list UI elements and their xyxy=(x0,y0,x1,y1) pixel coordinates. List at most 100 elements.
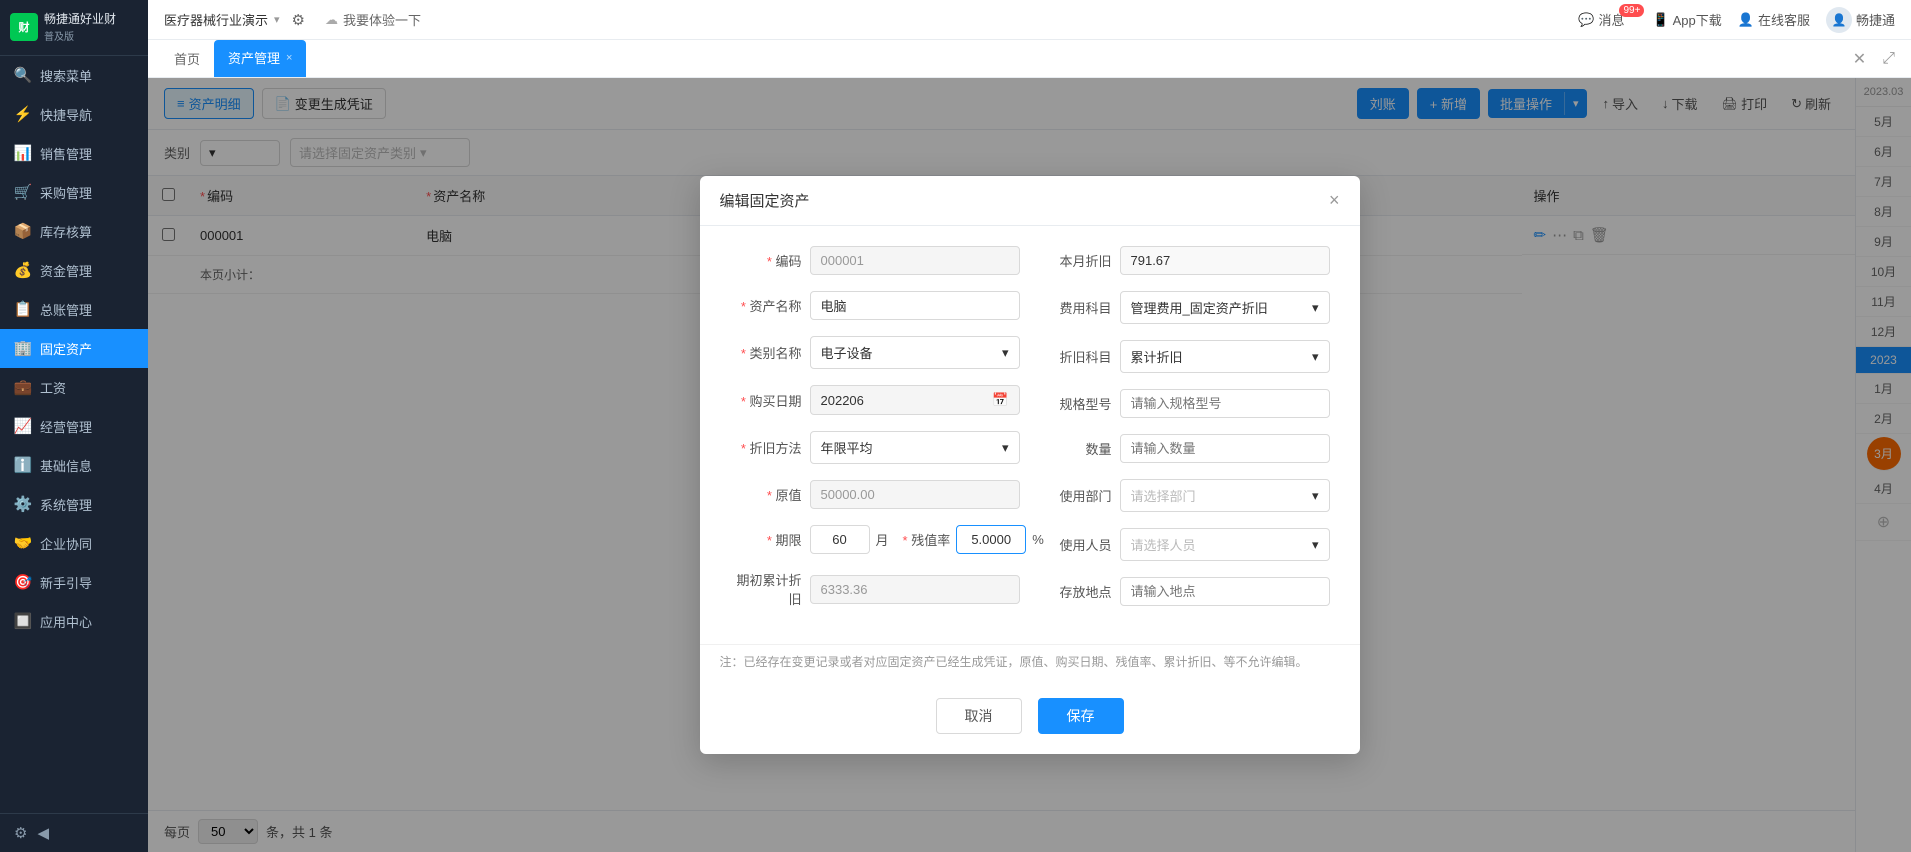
category-select-value: 电子设备 xyxy=(821,343,873,362)
sidebar-edition: 普及版 xyxy=(44,28,116,43)
tab-home-label: 首页 xyxy=(174,49,200,68)
expense-chevron-icon: ▾ xyxy=(1312,300,1319,316)
settings-footer-icon[interactable]: ⚙ xyxy=(14,824,27,842)
monthly-dep-input[interactable] xyxy=(1120,246,1330,275)
sidebar-item-inventory[interactable]: 📦 库存核算 xyxy=(0,212,148,251)
dialog-left-col: * 编码 * 资产名称 * 类别名称 电子设备 ▾ xyxy=(720,246,1030,624)
sidebar-item-sales[interactable]: 📊 销售管理 xyxy=(0,134,148,173)
content-area: ≡ 资产明细 📄 变更生成凭证 刘账 + 新增 批量操作 ▾ xyxy=(148,78,1911,852)
trial-text: 我要体验一下 xyxy=(343,10,421,29)
sidebar-item-ledger[interactable]: 📋 总账管理 xyxy=(0,290,148,329)
depreciation-chevron-icon: ▾ xyxy=(1002,440,1009,456)
sidebar-item-fixed-assets[interactable]: 🏢 固定资产 xyxy=(0,329,148,368)
form-row-name: * 资产名称 xyxy=(730,291,1020,320)
code-input[interactable] xyxy=(810,246,1020,275)
message-badge: 99+ xyxy=(1619,4,1644,17)
location-input[interactable] xyxy=(1120,577,1330,606)
tabbar-expand-icon[interactable]: ⤢ xyxy=(1878,46,1899,72)
name-label: * 资产名称 xyxy=(730,296,810,315)
dep-account-value: 累计折旧 xyxy=(1131,347,1183,366)
tab-home[interactable]: 首页 xyxy=(160,40,214,77)
form-row-dep-account: 折旧科目 累计折旧 ▾ xyxy=(1040,340,1330,373)
cloud-icon: ☁ xyxy=(325,12,338,28)
dep-account-select[interactable]: 累计折旧 ▾ xyxy=(1120,340,1330,373)
app-download-button[interactable]: 📱 App下载 xyxy=(1652,10,1721,29)
sidebar-footer: ⚙ ◀ xyxy=(0,813,148,852)
sidebar-item-payroll[interactable]: 💼 工资 xyxy=(0,368,148,407)
monthly-dep-label: 本月折旧 xyxy=(1040,251,1120,270)
sidebar-item-finance[interactable]: 💰 资金管理 xyxy=(0,251,148,290)
collapse-footer-icon[interactable]: ◀ xyxy=(37,824,49,842)
sidebar-item-search[interactable]: 🔍 搜索菜单 xyxy=(0,56,148,95)
residual-rate-label: * 残值率 xyxy=(903,530,951,549)
messages-button[interactable]: 💬 消息 99+ xyxy=(1578,10,1636,29)
purchase-icon: 🛒 xyxy=(14,183,32,201)
download-icon: 📱 xyxy=(1652,12,1668,28)
sidebar-item-purchase[interactable]: 🛒 采购管理 xyxy=(0,173,148,212)
residual-rate-input[interactable] xyxy=(956,525,1026,554)
form-row-original-value: * 原值 xyxy=(730,480,1020,509)
company-selector[interactable]: 医疗器械行业演示 ▾ xyxy=(164,10,280,29)
quantity-label: 数量 xyxy=(1040,439,1120,458)
original-value-input[interactable] xyxy=(810,480,1020,509)
apps-icon: 🔲 xyxy=(14,612,32,630)
sidebar-logo: 财 xyxy=(10,13,38,41)
user-label: 使用人员 xyxy=(1040,535,1120,554)
sidebar-item-label: 系统管理 xyxy=(40,495,92,514)
guide-icon: 🎯 xyxy=(14,573,32,591)
search-icon: 🔍 xyxy=(14,66,32,84)
name-input[interactable] xyxy=(810,291,1020,320)
sidebar-item-label: 基础信息 xyxy=(40,456,92,475)
sidebar-item-enterprise[interactable]: 🤝 企业协同 xyxy=(0,524,148,563)
sidebar-title-group: 畅捷通好业财 普及版 xyxy=(44,12,116,43)
cancel-button[interactable]: 取消 xyxy=(936,698,1022,734)
username: 畅捷通 xyxy=(1856,10,1895,29)
category-select[interactable]: 电子设备 ▾ xyxy=(810,336,1020,369)
form-row-expense-account: 费用科目 管理费用_固定资产折旧 ▾ xyxy=(1040,291,1330,324)
original-value-label: * 原值 xyxy=(730,485,810,504)
tabbar: 首页 资产管理 × ✕ ⤢ xyxy=(148,40,1911,78)
period-input[interactable] xyxy=(810,525,870,554)
sidebar-item-basic[interactable]: ℹ️ 基础信息 xyxy=(0,446,148,485)
depreciation-method-select[interactable]: 年限平均 ▾ xyxy=(810,431,1020,464)
sidebar-item-apps[interactable]: 🔲 应用中心 xyxy=(0,602,148,641)
tab-asset-management[interactable]: 资产管理 × xyxy=(214,40,306,77)
expense-account-select[interactable]: 管理费用_固定资产折旧 ▾ xyxy=(1120,291,1330,324)
trial-button[interactable]: ☁ 我要体验一下 xyxy=(325,10,421,29)
period-label: * 期限 xyxy=(730,530,810,549)
sidebar-item-label: 经营管理 xyxy=(40,417,92,436)
save-button[interactable]: 保存 xyxy=(1038,698,1124,734)
purchase-date-input[interactable]: 202206 📅 xyxy=(810,385,1020,415)
dialog-close-button[interactable]: × xyxy=(1329,190,1340,211)
sidebar-item-operations[interactable]: 📈 经营管理 xyxy=(0,407,148,446)
dept-select[interactable]: 请选择部门 ▾ xyxy=(1120,479,1330,512)
accumulated-input[interactable] xyxy=(810,575,1020,604)
tab-close-icon[interactable]: × xyxy=(286,52,292,64)
app-download-label: App下载 xyxy=(1673,10,1722,29)
payroll-icon: 💼 xyxy=(14,378,32,396)
company-name: 医疗器械行业演示 xyxy=(164,10,268,29)
form-row-accumulated: 期初累计折旧 xyxy=(730,570,1020,608)
sidebar-item-label: 应用中心 xyxy=(40,612,92,631)
user-select[interactable]: 请选择人员 ▾ xyxy=(1120,528,1330,561)
dialog-overlay: 编辑固定资产 × * 编码 * 资产名称 xyxy=(148,78,1911,852)
sidebar-item-quick-nav[interactable]: ⚡ 快捷导航 xyxy=(0,95,148,134)
accumulated-label: 期初累计折旧 xyxy=(730,570,810,608)
topbar-settings-icon[interactable]: ⚙ xyxy=(292,11,305,29)
basic-icon: ℹ️ xyxy=(14,456,32,474)
tabbar-close-icon[interactable]: ✕ xyxy=(1849,45,1870,73)
sidebar-item-label: 销售管理 xyxy=(40,144,92,163)
user-menu[interactable]: 👤 畅捷通 xyxy=(1826,7,1895,33)
spec-input[interactable] xyxy=(1120,389,1330,418)
online-service-button[interactable]: 👤 在线客服 xyxy=(1738,10,1810,29)
operations-icon: 📈 xyxy=(14,417,32,435)
user-avatar: 👤 xyxy=(1826,7,1852,33)
form-row-category: * 类别名称 电子设备 ▾ xyxy=(730,336,1020,369)
sidebar-item-label: 工资 xyxy=(40,378,66,397)
sidebar-item-label: 企业协同 xyxy=(40,534,92,553)
quick-nav-icon: ⚡ xyxy=(14,105,32,123)
quantity-input[interactable] xyxy=(1120,434,1330,463)
sidebar-item-guide[interactable]: 🎯 新手引导 xyxy=(0,563,148,602)
sidebar-item-system[interactable]: ⚙️ 系统管理 xyxy=(0,485,148,524)
code-label: * 编码 xyxy=(730,251,810,270)
